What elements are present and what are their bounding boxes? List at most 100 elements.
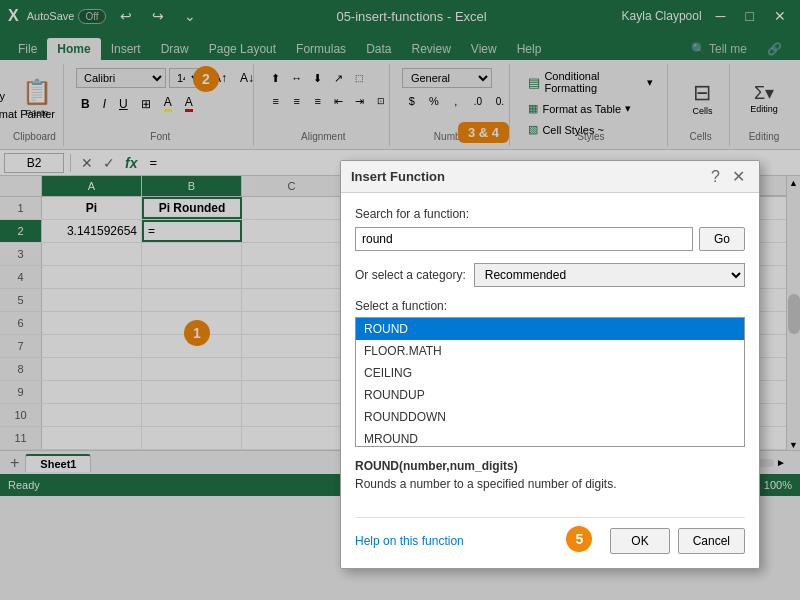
scroll-right-button[interactable]: ► (776, 457, 786, 468)
undo-button[interactable]: ↩ (114, 6, 138, 26)
cell-b9[interactable] (142, 381, 242, 403)
cell-a11[interactable] (42, 427, 142, 449)
cell-c11[interactable] (242, 427, 342, 449)
cell-b5[interactable] (142, 289, 242, 311)
tab-view[interactable]: View (461, 38, 507, 60)
align-middle-button[interactable]: ↔ (287, 68, 307, 88)
tab-insert[interactable]: Insert (101, 38, 151, 60)
insert-function-button[interactable]: fx (121, 153, 141, 173)
row-header-3[interactable]: 3 (0, 243, 42, 265)
wrap-text-button[interactable]: ⬚ (350, 68, 370, 88)
customize-quick-access-button[interactable]: ⌄ (178, 6, 202, 26)
go-button[interactable]: Go (699, 227, 745, 251)
tab-draw[interactable]: Draw (151, 38, 199, 60)
close-button[interactable]: ✕ (768, 6, 792, 26)
cell-c6[interactable] (242, 312, 342, 334)
cell-reference-box[interactable] (4, 153, 64, 173)
tab-page-layout[interactable]: Page Layout (199, 38, 286, 60)
list-item[interactable]: MROUND (356, 428, 744, 447)
list-item[interactable]: FLOOR.MATH (356, 340, 744, 362)
row-header-10[interactable]: 10 (0, 404, 42, 426)
tell-me-input[interactable]: 🔍 Tell me (681, 38, 757, 60)
add-sheet-button[interactable]: + (4, 454, 25, 472)
row-header-7[interactable]: 7 (0, 335, 42, 357)
confirm-formula-button[interactable]: ✓ (99, 153, 119, 173)
dialog-help-button[interactable]: ? (707, 167, 724, 186)
cell-b8[interactable] (142, 358, 242, 380)
cut-button[interactable]: ✂Cut (0, 68, 59, 85)
function-list[interactable]: ROUND FLOOR.MATH CEILING ROUNDUP ROUNDDO… (355, 317, 745, 447)
ok-button[interactable]: OK (610, 528, 669, 554)
currency-button[interactable]: $ (402, 91, 422, 111)
cancel-button[interactable]: Cancel (678, 528, 745, 554)
col-header-a[interactable]: A (42, 176, 142, 196)
list-item[interactable]: ROUNDDOWN (356, 406, 744, 428)
row-header-8[interactable]: 8 (0, 358, 42, 380)
row-header-9[interactable]: 9 (0, 381, 42, 403)
angle-text-button[interactable]: ↗ (329, 68, 349, 88)
copy-button[interactable]: ⧉Copy (0, 87, 59, 104)
sheet-tab-sheet1[interactable]: Sheet1 (25, 454, 91, 472)
vertical-scrollbar[interactable]: ▲ ▼ (786, 176, 800, 450)
category-select[interactable]: Recommended Most Recently Used All Math … (474, 263, 745, 287)
row-header-5[interactable]: 5 (0, 289, 42, 311)
merge-center-button[interactable]: ⊡ (371, 91, 391, 111)
cell-a4[interactable] (42, 266, 142, 288)
cell-a10[interactable] (42, 404, 142, 426)
cell-a8[interactable] (42, 358, 142, 380)
row-header-1[interactable]: 1 (0, 197, 42, 219)
list-item[interactable]: ROUNDUP (356, 384, 744, 406)
decrease-decimal-button[interactable]: .0 (468, 91, 488, 111)
increase-decimal-button[interactable]: 0. (490, 91, 510, 111)
list-item[interactable]: CEILING (356, 362, 744, 384)
cell-b3[interactable] (142, 243, 242, 265)
editing-button[interactable]: Σ▾ Editing (742, 68, 786, 128)
increase-indent-button[interactable]: ⇥ (350, 91, 370, 111)
cell-c3[interactable] (242, 243, 342, 265)
list-item[interactable]: ROUND (356, 318, 744, 340)
cell-c8[interactable] (242, 358, 342, 380)
cell-a3[interactable] (42, 243, 142, 265)
scroll-thumb[interactable] (788, 294, 800, 334)
scroll-down-button[interactable]: ▼ (789, 440, 798, 450)
cell-c9[interactable] (242, 381, 342, 403)
cell-b10[interactable] (142, 404, 242, 426)
font-name-select[interactable]: Calibri (76, 68, 166, 88)
cell-c10[interactable] (242, 404, 342, 426)
align-right-button[interactable]: ≡ (308, 91, 328, 111)
cell-a7[interactable] (42, 335, 142, 357)
decrease-indent-button[interactable]: ⇤ (329, 91, 349, 111)
cell-b11[interactable] (142, 427, 242, 449)
tab-data[interactable]: Data (356, 38, 401, 60)
row-header-11[interactable]: 11 (0, 427, 42, 449)
conditional-formatting-button[interactable]: ▤ Conditional Formatting ▾ (522, 68, 659, 96)
row-header-2[interactable]: 2 (0, 220, 42, 242)
border-button[interactable]: ⊞ (136, 95, 156, 113)
align-left-button[interactable]: ≡ (266, 91, 286, 111)
bold-button[interactable]: B (76, 95, 95, 113)
percent-button[interactable]: % (424, 91, 444, 111)
maximize-button[interactable]: □ (740, 6, 760, 26)
col-header-b[interactable]: B (142, 176, 242, 196)
scroll-up-button[interactable]: ▲ (789, 178, 798, 188)
cells-button[interactable]: ⊟ Cells (680, 68, 724, 128)
format-as-table-button[interactable]: ▦ Format as Table ▾ (522, 100, 659, 117)
redo-button[interactable]: ↪ (146, 6, 170, 26)
row-header-4[interactable]: 4 (0, 266, 42, 288)
cell-a2[interactable]: 3.141592654 (42, 220, 142, 242)
tab-review[interactable]: Review (401, 38, 460, 60)
cell-a5[interactable] (42, 289, 142, 311)
align-top-button[interactable]: ⬆ (266, 68, 286, 88)
cell-c4[interactable] (242, 266, 342, 288)
font-color-button[interactable]: A (180, 93, 198, 114)
tab-formulas[interactable]: Formulas (286, 38, 356, 60)
col-header-c[interactable]: C (242, 176, 342, 196)
cell-c5[interactable] (242, 289, 342, 311)
comma-button[interactable]: , (446, 91, 466, 111)
row-header-6[interactable]: 6 (0, 312, 42, 334)
function-search-input[interactable] (355, 227, 693, 251)
align-center-button[interactable]: ≡ (287, 91, 307, 111)
cell-c2[interactable] (242, 220, 342, 242)
tab-home[interactable]: Home (47, 38, 100, 60)
decrease-font-button[interactable]: A↓ (235, 69, 259, 87)
